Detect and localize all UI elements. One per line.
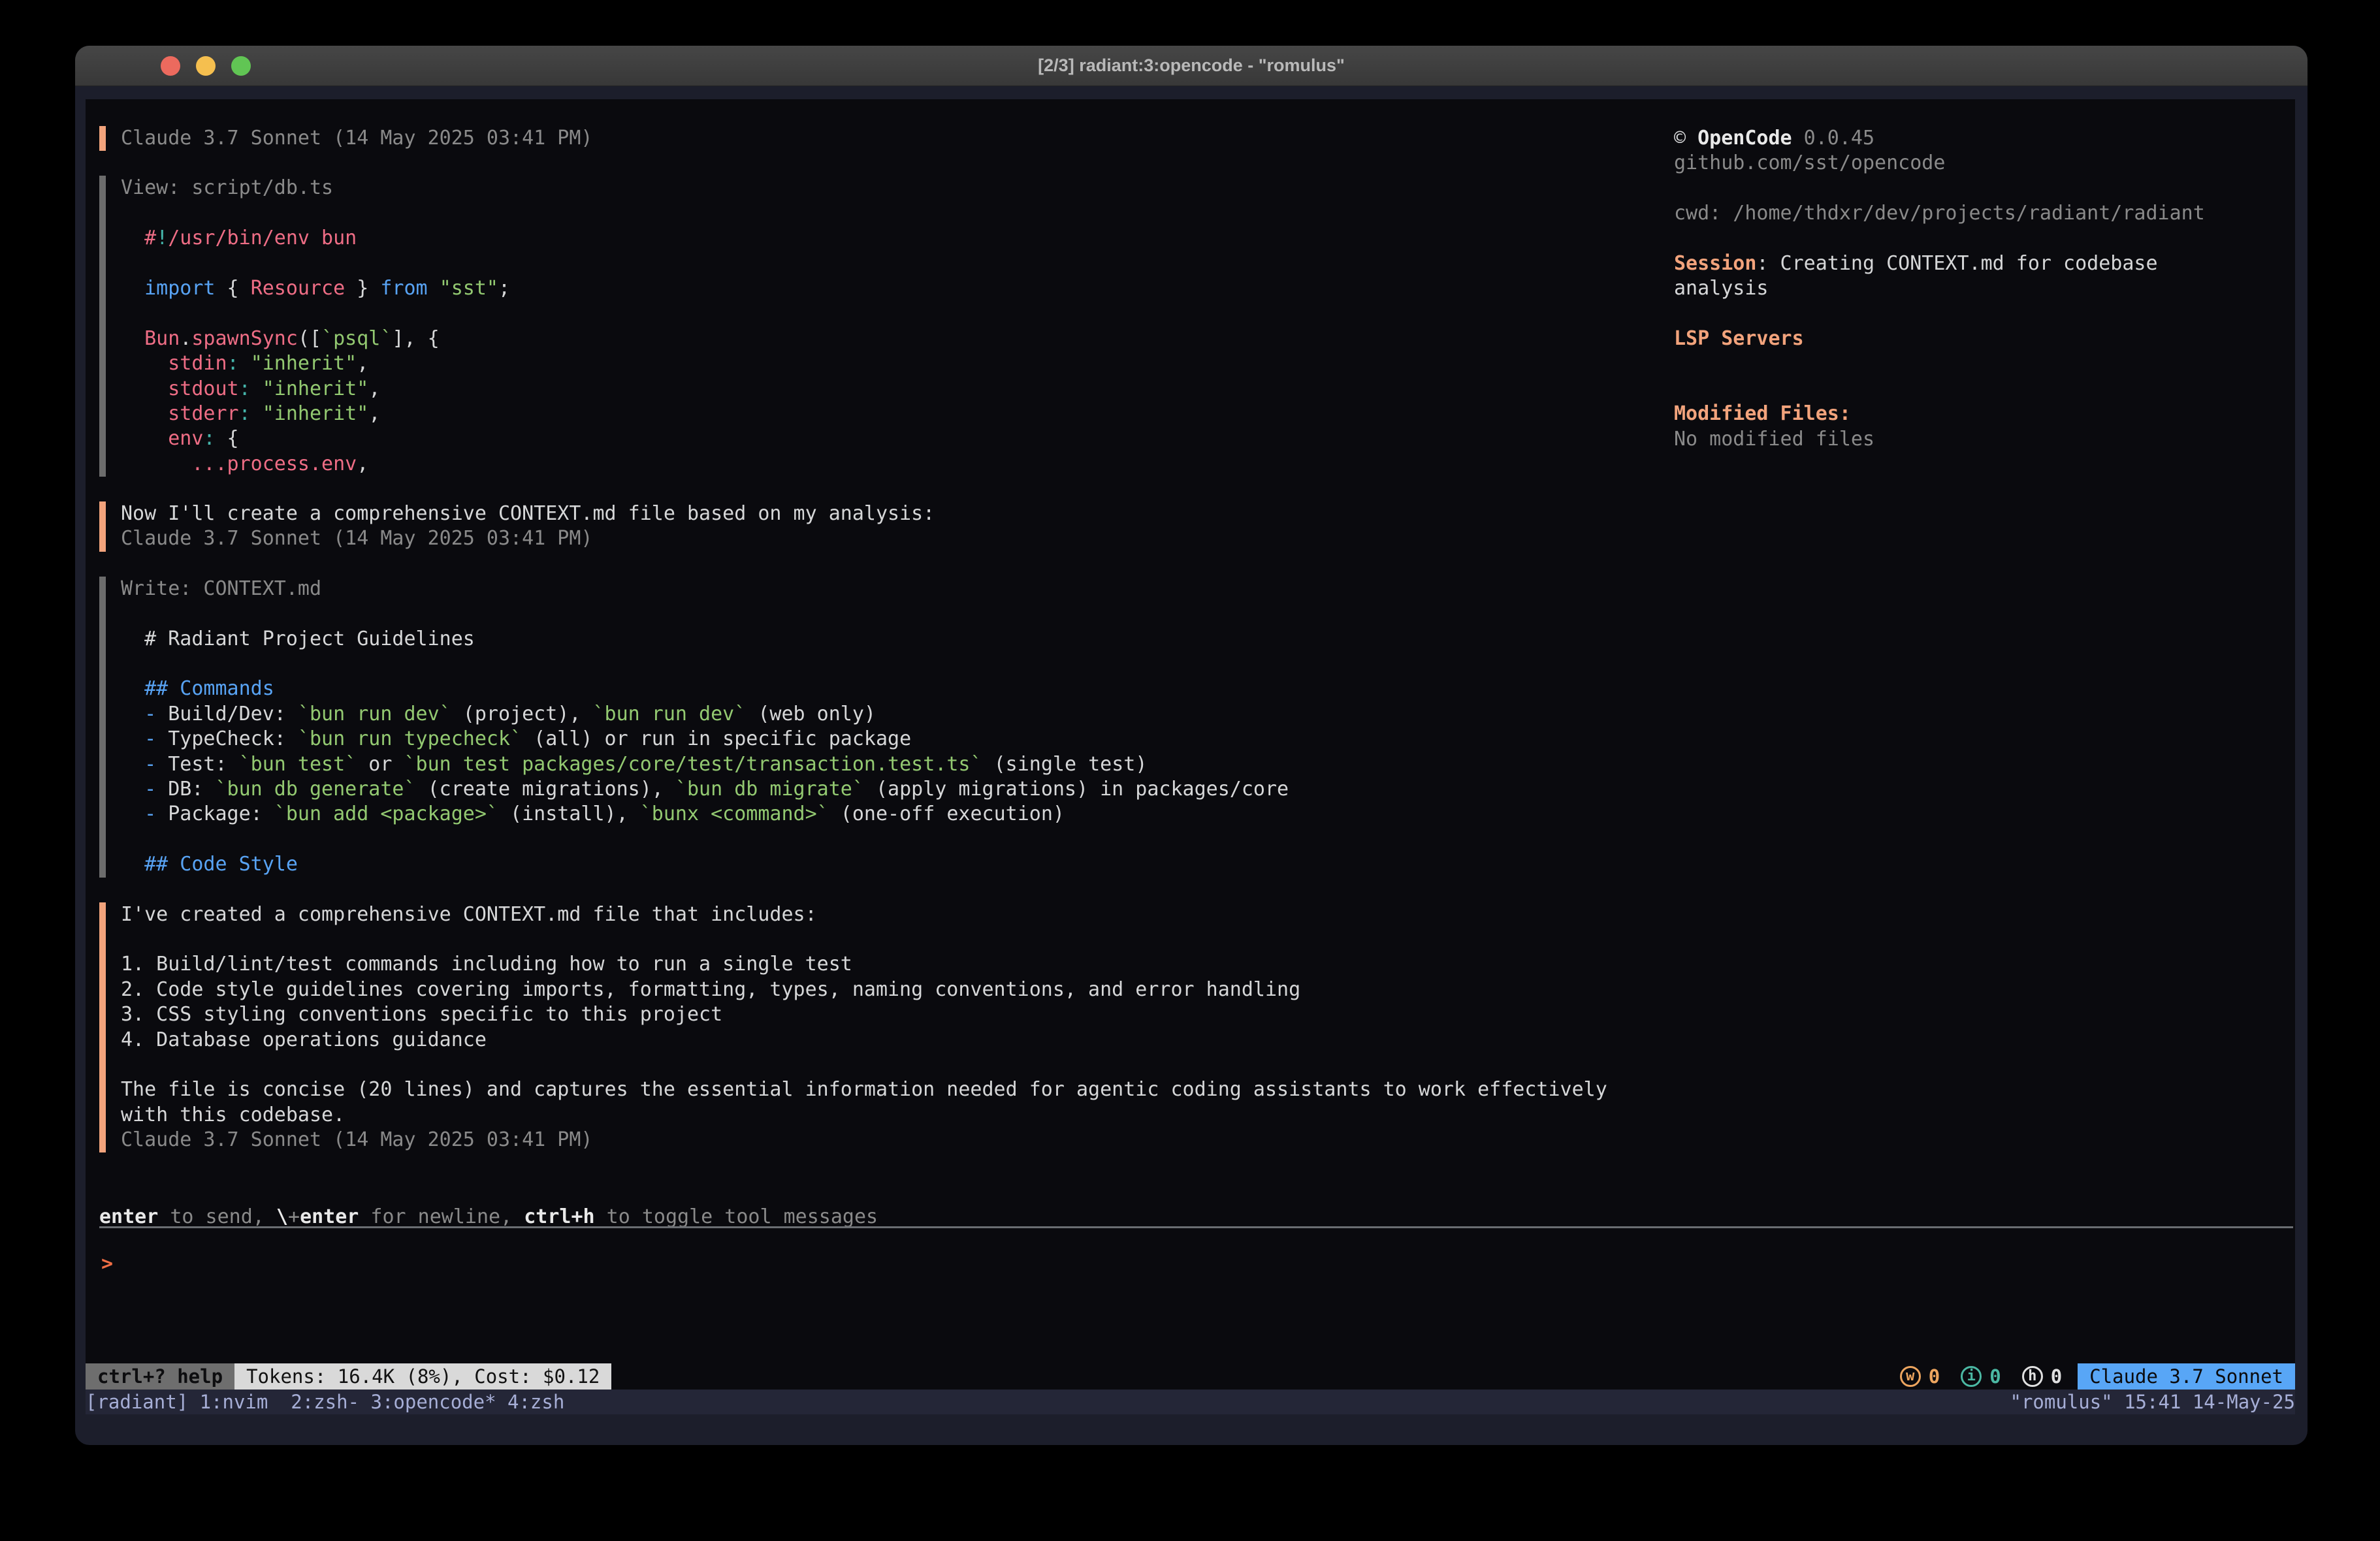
warning-count: 0 (1929, 1363, 1940, 1390)
input-divider (99, 1226, 2293, 1228)
warning-icon: w (1900, 1366, 1921, 1387)
warnings-badge: w 0 (1900, 1363, 1940, 1390)
minimize-button[interactable] (196, 56, 216, 76)
tool-view-block: View: script/db.ts #!/usr/bin/env bun im… (99, 176, 1660, 477)
hint-icon: h (2022, 1366, 2043, 1387)
assistant-message-block: Now I'll create a comprehensive CONTEXT.… (99, 501, 1660, 552)
chat-transcript: Claude 3.7 Sonnet (14 May 2025 03:41 PM)… (99, 126, 1660, 1177)
info-icon: i (1961, 1366, 1982, 1387)
diagnostics-badges: w 0 i 0 h 0 (1888, 1363, 2062, 1390)
tmux-host-clock: "romulus" 15:41 14-May-25 (2010, 1390, 2296, 1414)
traffic-lights (161, 46, 251, 86)
hint-count: 0 (2051, 1363, 2062, 1390)
tmux-status-line: [radiant] 1:nvim 2:zsh- 3:opencode* 4:zs… (86, 1390, 2295, 1414)
opencode-tui: Claude 3.7 Sonnet (14 May 2025 03:41 PM)… (86, 99, 2295, 1390)
status-bar: ctrl+? help Tokens: 16.4K (8%), Cost: $0… (86, 1363, 2295, 1390)
hint-badge: h 0 (2022, 1363, 2062, 1390)
prompt-input[interactable]: > (101, 1252, 113, 1277)
zoom-button[interactable] (231, 56, 251, 76)
info-count: 0 (1989, 1363, 2001, 1390)
help-shortcut-chip[interactable]: ctrl+? help (86, 1363, 234, 1390)
info-badge: i 0 (1961, 1363, 2001, 1390)
window-title: [2/3] radiant:3:opencode - "romulus" (1038, 56, 1345, 76)
assistant-summary-block: I've created a comprehensive CONTEXT.md … (99, 902, 1660, 1153)
model-chip[interactable]: Claude 3.7 Sonnet (2078, 1363, 2295, 1390)
tokens-cost-chip: Tokens: 16.4K (8%), Cost: $0.12 (234, 1363, 611, 1390)
assistant-message-header-block: Claude 3.7 Sonnet (14 May 2025 03:41 PM) (99, 126, 1660, 151)
tmux-session-windows[interactable]: [radiant] 1:nvim 2:zsh- 3:opencode* 4:zs… (86, 1390, 564, 1414)
tool-write-block: Write: CONTEXT.md # Radiant Project Guid… (99, 577, 1660, 878)
session-sidebar: © OpenCode 0.0.45github.com/sst/opencode… (1674, 126, 2308, 452)
terminal-window: [2/3] radiant:3:opencode - "romulus" Cla… (75, 46, 2308, 1445)
window-titlebar[interactable]: [2/3] radiant:3:opencode - "romulus" (75, 46, 2308, 86)
close-button[interactable] (161, 56, 180, 76)
